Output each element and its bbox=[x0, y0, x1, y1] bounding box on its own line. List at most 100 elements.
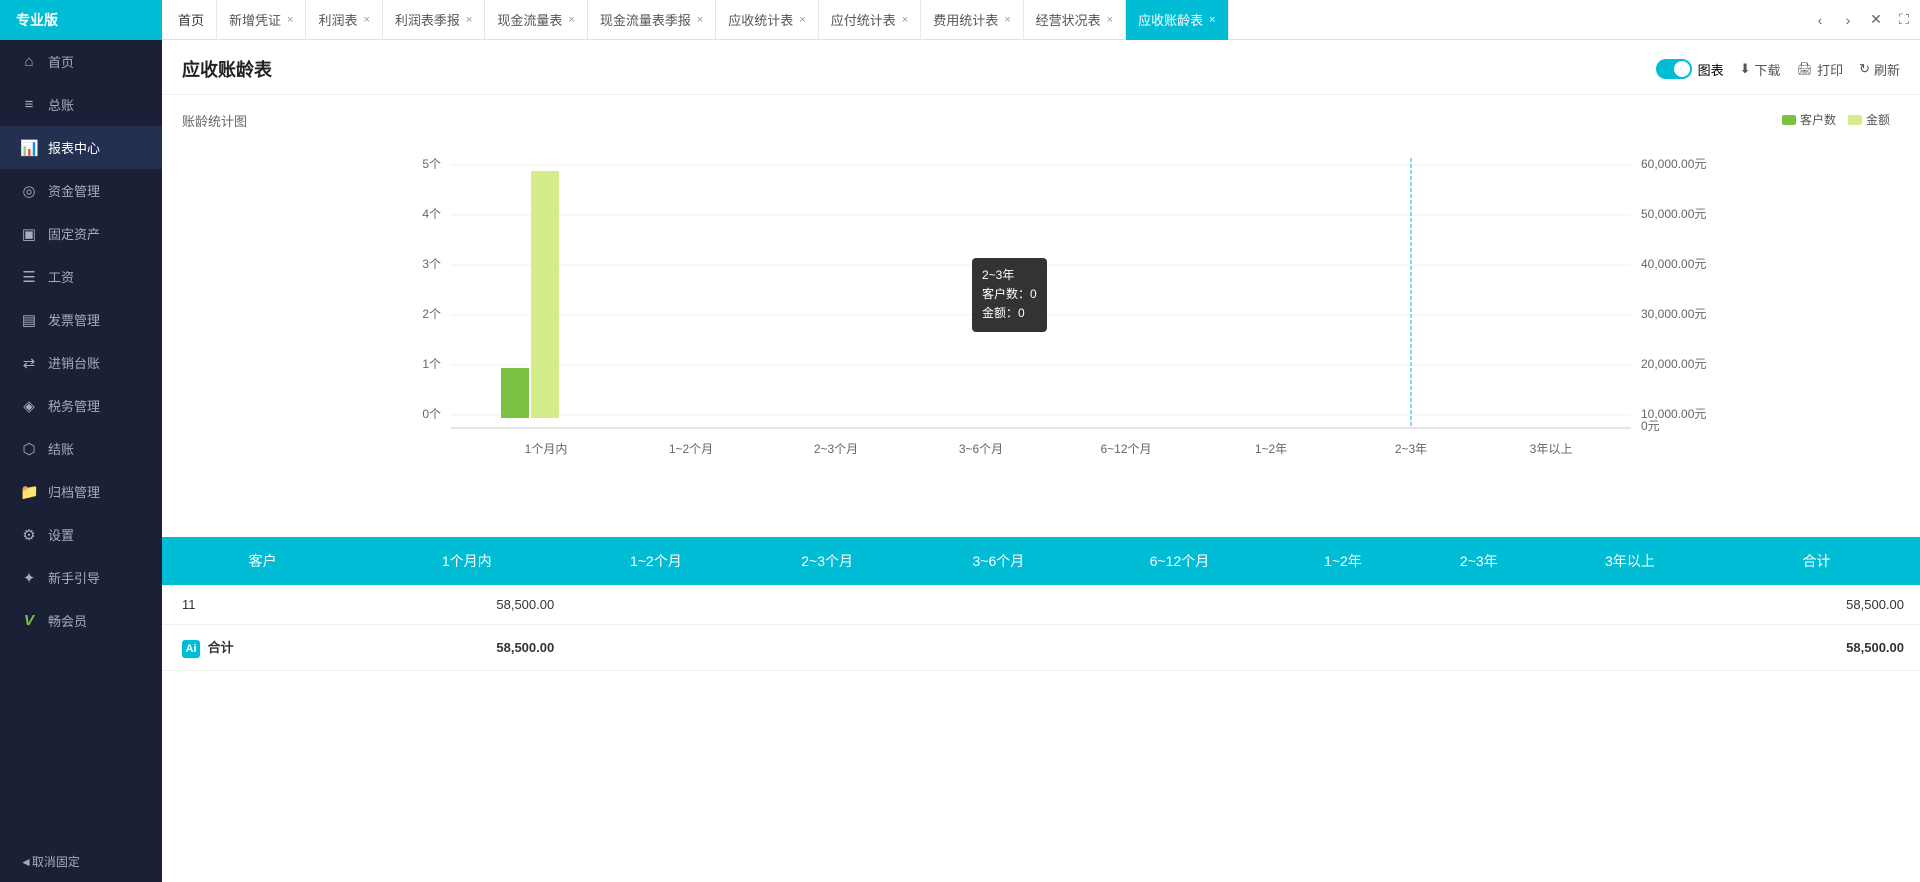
unpin-sidebar-button[interactable]: ◄取消固定 bbox=[0, 841, 162, 882]
main-content: 首页 新增凭证 × 利润表 × 利润表季报 × 现金流量表 × 现金流量表季报 … bbox=[162, 0, 1920, 882]
legend-customers: 客户数 bbox=[1782, 111, 1836, 128]
sidebar: 专业版 ⌂ 首页 ≡ 总账 📊 报表中心 ◎ 资金管理 ▣ 固定资产 ☰ 工资 … bbox=[0, 0, 162, 882]
tab-ap-stats-close[interactable]: × bbox=[902, 14, 908, 26]
tab-cashflow[interactable]: 现金流量表 × bbox=[485, 0, 587, 40]
chart-title: 账龄统计图 bbox=[182, 111, 1900, 130]
sidebar-item-vip[interactable]: V 畅会员 bbox=[0, 599, 162, 642]
total-month612 bbox=[1084, 625, 1275, 671]
tab-ar-aging-close[interactable]: × bbox=[1209, 14, 1215, 26]
sidebar-item-fund-management[interactable]: ◎ 资金管理 bbox=[0, 169, 162, 212]
tab-new-voucher[interactable]: 新增凭证 × bbox=[217, 0, 306, 40]
tab-new-voucher-label: 新增凭证 bbox=[229, 10, 281, 29]
tab-close-all-button[interactable]: ✕ bbox=[1864, 8, 1888, 32]
tab-expand-button[interactable]: ⛶ bbox=[1892, 8, 1916, 32]
tab-home[interactable]: 首页 bbox=[166, 0, 217, 40]
tab-ar-stats-close[interactable]: × bbox=[799, 14, 805, 26]
tab-profit-quarterly-close[interactable]: × bbox=[466, 14, 472, 26]
tab-ar-stats[interactable]: 应收统计表 × bbox=[716, 0, 818, 40]
tab-expense-stats[interactable]: 费用统计表 × bbox=[921, 0, 1023, 40]
tab-cashflow-close[interactable]: × bbox=[568, 14, 574, 26]
sidebar-item-invoice[interactable]: ▤ 发票管理 bbox=[0, 298, 162, 341]
sidebar-item-report-center[interactable]: 📊 报表中心 bbox=[0, 126, 162, 169]
sidebar-item-settlement[interactable]: ⬡ 结账 bbox=[0, 427, 162, 470]
invoice-icon: ▤ bbox=[20, 311, 38, 329]
tab-ap-stats[interactable]: 应付统计表 × bbox=[819, 0, 921, 40]
svg-text:4个: 4个 bbox=[422, 207, 441, 221]
sidebar-item-label: 畅会员 bbox=[48, 611, 87, 630]
table-row: 11 58,500.00 58,500.00 bbox=[162, 585, 1920, 625]
fund-icon: ◎ bbox=[20, 182, 38, 200]
settlement-icon: ⬡ bbox=[20, 440, 38, 458]
tab-cashflow-quarterly[interactable]: 现金流量表季报 × bbox=[588, 0, 716, 40]
tab-expense-stats-close[interactable]: × bbox=[1004, 14, 1010, 26]
col-header-month1: 1个月内 bbox=[363, 537, 570, 585]
tab-profit-close[interactable]: × bbox=[363, 14, 369, 26]
assets-icon: ▣ bbox=[20, 225, 38, 243]
tab-business-status-close[interactable]: × bbox=[1107, 14, 1113, 26]
sidebar-item-beginner-guide[interactable]: ✦ 新手引导 bbox=[0, 556, 162, 599]
payroll-icon: ☰ bbox=[20, 268, 38, 286]
tab-profit[interactable]: 利润表 × bbox=[306, 0, 382, 40]
svg-text:40,000.00元: 40,000.00元 bbox=[1641, 257, 1706, 271]
download-button[interactable]: ⬇ 下载 bbox=[1740, 60, 1781, 79]
total-month1: 58,500.00 bbox=[363, 625, 570, 671]
svg-text:1~2年: 1~2年 bbox=[1255, 442, 1287, 456]
page-content: 应收账龄表 图表 ⬇ 下载 🖨 打印 ↻ 刷新 bbox=[162, 40, 1920, 882]
total-icon: Ai bbox=[182, 640, 200, 658]
tab-ar-aging[interactable]: 应收账龄表 × bbox=[1126, 0, 1228, 40]
sidebar-item-purchase-sales[interactable]: ⇄ 进销台账 bbox=[0, 341, 162, 384]
sidebar-item-label: 发票管理 bbox=[48, 310, 100, 329]
legend-amount: 金额 bbox=[1848, 111, 1890, 128]
tab-home-label: 首页 bbox=[178, 10, 204, 29]
tabs-bar: 首页 新增凭证 × 利润表 × 利润表季报 × 现金流量表 × 现金流量表季报 … bbox=[162, 0, 1920, 40]
cell-customer: 11 bbox=[162, 585, 363, 625]
chart-toggle[interactable]: 图表 bbox=[1656, 59, 1724, 79]
tab-profit-quarterly[interactable]: 利润表季报 × bbox=[383, 0, 485, 40]
sidebar-item-label: 进销台账 bbox=[48, 353, 100, 372]
tab-next-button[interactable]: › bbox=[1836, 8, 1860, 32]
settings-icon: ⚙ bbox=[20, 526, 38, 544]
sidebar-item-label: 首页 bbox=[48, 52, 74, 71]
col-header-month23: 2~3个月 bbox=[741, 537, 912, 585]
cell-year12 bbox=[1275, 585, 1411, 625]
sidebar-item-payroll[interactable]: ☰ 工资 bbox=[0, 255, 162, 298]
total-text: 合计 bbox=[208, 640, 234, 655]
header-actions: 图表 ⬇ 下载 🖨 打印 ↻ 刷新 bbox=[1656, 59, 1900, 79]
sidebar-item-general-ledger[interactable]: ≡ 总账 bbox=[0, 83, 162, 126]
tab-ap-stats-label: 应付统计表 bbox=[831, 10, 896, 29]
sidebar-item-label: 固定资产 bbox=[48, 224, 100, 243]
print-label: 打印 bbox=[1817, 60, 1843, 79]
svg-text:3~6个月: 3~6个月 bbox=[959, 442, 1003, 456]
tab-cashflow-quarterly-close[interactable]: × bbox=[697, 14, 703, 26]
svg-text:30,000.00元: 30,000.00元 bbox=[1641, 307, 1706, 321]
chart-legend: 客户数 金额 bbox=[1782, 111, 1890, 128]
sidebar-item-label: 报表中心 bbox=[48, 138, 100, 157]
svg-text:2~3年: 2~3年 bbox=[1395, 442, 1427, 456]
tab-prev-button[interactable]: ‹ bbox=[1808, 8, 1832, 32]
print-button[interactable]: 🖨 打印 bbox=[1797, 60, 1844, 79]
guide-icon: ✦ bbox=[20, 569, 38, 587]
svg-text:2个: 2个 bbox=[422, 307, 441, 321]
col-header-year23: 2~3年 bbox=[1411, 537, 1547, 585]
tab-new-voucher-close[interactable]: × bbox=[287, 14, 293, 26]
chart-icon: 📊 bbox=[20, 139, 38, 157]
total-year23 bbox=[1411, 625, 1547, 671]
sidebar-item-settings[interactable]: ⚙ 设置 bbox=[0, 513, 162, 556]
svg-text:3年以上: 3年以上 bbox=[1530, 442, 1573, 456]
tabs-navigation: ‹ › ✕ ⛶ bbox=[1808, 8, 1916, 32]
table-total-row: Ai 合计 58,500.00 58,500.00 bbox=[162, 625, 1920, 671]
total-year12 bbox=[1275, 625, 1411, 671]
sidebar-item-home[interactable]: ⌂ 首页 bbox=[0, 40, 162, 83]
sidebar-item-fixed-assets[interactable]: ▣ 固定资产 bbox=[0, 212, 162, 255]
sidebar-item-archive[interactable]: 📁 归档管理 bbox=[0, 470, 162, 513]
refresh-button[interactable]: ↻ 刷新 bbox=[1859, 60, 1900, 79]
tab-ar-stats-label: 应收统计表 bbox=[728, 10, 793, 29]
sidebar-item-tax[interactable]: ◈ 税务管理 bbox=[0, 384, 162, 427]
page-header: 应收账龄表 图表 ⬇ 下载 🖨 打印 ↻ 刷新 bbox=[162, 40, 1920, 95]
chart-container: 5个 4个 3个 2个 1个 0个 60,000.00元 50,000.00元 … bbox=[182, 138, 1900, 521]
tab-business-status[interactable]: 经营状况表 × bbox=[1024, 0, 1126, 40]
cell-total-label: Ai 合计 bbox=[162, 625, 363, 671]
toggle-track[interactable] bbox=[1656, 59, 1692, 79]
sidebar-item-label: 总账 bbox=[48, 95, 74, 114]
cell-year3plus bbox=[1547, 585, 1713, 625]
